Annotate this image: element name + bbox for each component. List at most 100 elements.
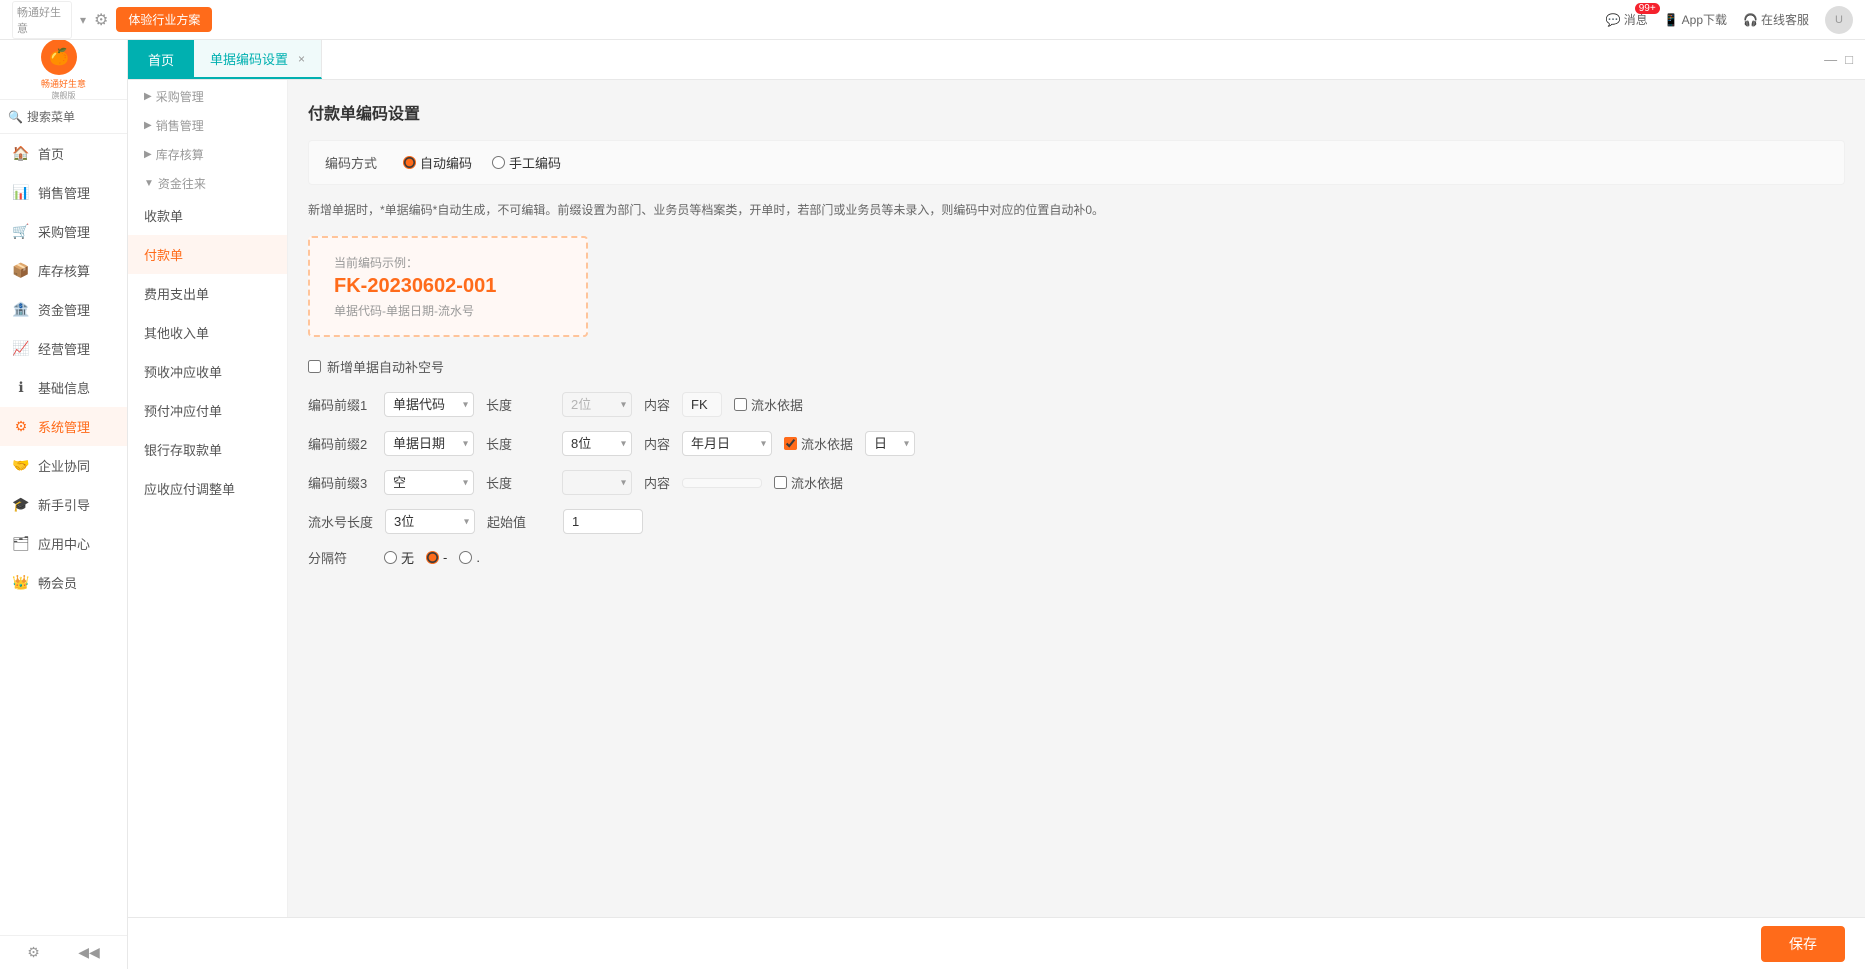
prefix-2-select[interactable]: 单据日期 部门 业务员 空 [384,431,474,456]
sub-item-other-income[interactable]: 其他收入单 [128,313,287,352]
maximize-icon[interactable]: □ [1845,52,1853,67]
sidebar-item-home[interactable]: 🏠 首页 [0,134,127,173]
sep-dash-option[interactable]: - [426,550,447,565]
settings-icon[interactable]: ⚙ [94,10,108,30]
sidebar-bottom: ⚙ ◀◀ [0,935,127,969]
search-menu[interactable]: 🔍 搜索菜单 [0,100,127,134]
download-icon: 📱 [1664,13,1679,27]
group-capital[interactable]: ▼ 资金往来 [128,167,287,196]
auto-fill-row: 新增单据自动补空号 [308,357,1845,376]
length-3-select[interactable] [562,470,632,495]
collapse-icon[interactable]: ◀◀ [78,944,100,961]
app-download[interactable]: 📱 App下载 [1664,11,1727,28]
sidebar-item-member[interactable]: 👑 畅会员 [0,563,127,602]
sidebar-item-finance[interactable]: 🏦 资金管理 [0,290,127,329]
sidebar-item-sales[interactable]: 📊 销售管理 [0,173,127,212]
inventory-icon: 📦 [12,262,30,280]
info-text: 新增单据时，*单据编码*自动生成，不可编辑。前缀设置为部门、业务员等档案类，开单… [308,201,1845,220]
auto-radio-input[interactable] [403,156,416,169]
group-purchase[interactable]: ▶ 采购管理 [128,80,287,109]
start-value-input[interactable] [563,509,643,534]
sub-item-prepay-receivable[interactable]: 预收冲应收单 [128,352,287,391]
length-1-select-wrapper: 2位 [562,392,632,417]
chevron-capital: ▼ [144,178,154,189]
serial-length-select-wrapper: 3位 4位 5位 6位 [385,509,475,534]
sub-item-adjust[interactable]: 应收应付调整单 [128,469,287,508]
sub-item-expense[interactable]: 费用支出单 [128,274,287,313]
tab-bar: 首页 单据编码设置 × — □ [128,40,1865,80]
serial-2-checkbox[interactable] [784,437,797,450]
sub-item-bank[interactable]: 银行存取款单 [128,430,287,469]
group-inventory[interactable]: ▶ 库存核算 [128,138,287,167]
group-sales-label: 销售管理 [156,117,204,134]
serial-unit-select[interactable]: 日 月 年 [865,431,915,456]
sidebar-item-system[interactable]: ⚙ 系统管理 [0,407,127,446]
tab-home[interactable]: 首页 [128,40,194,79]
sep-none-option[interactable]: 无 [384,548,414,567]
serial-length-label: 流水号长度 [308,512,373,531]
sep-none-radio[interactable] [384,551,397,564]
sidebar-item-apps[interactable]: 🗂 应用中心 [0,524,127,563]
length-3-label: 长度 [486,473,550,492]
trial-button[interactable]: 体验行业方案 [116,7,212,32]
dropdown-icon[interactable]: ▾ [80,13,86,27]
serial-3-checkbox[interactable] [774,476,787,489]
message-section[interactable]: 💬 消息 99+ [1606,11,1648,28]
serial-2-checkbox-label[interactable]: 流水依据 [784,434,853,453]
auto-radio-option[interactable]: 自动编码 [403,153,472,172]
nav-label-business: 经营管理 [38,339,90,358]
online-service[interactable]: 🎧 在线客服 [1743,11,1809,28]
length-2-select[interactable]: 6位 8位 [562,431,632,456]
length-2-select-wrapper: 6位 8位 [562,431,632,456]
tab-close-icon[interactable]: × [298,52,305,66]
sub-item-prepay-payable[interactable]: 预付冲应付单 [128,391,287,430]
length-1-select[interactable]: 2位 [562,392,632,417]
sub-item-receipt[interactable]: 收款单 [128,196,287,235]
encoding-radio-group: 编码方式 自动编码 手工编码 [325,153,1828,172]
user-avatar[interactable]: U [1825,6,1853,34]
separator-options: 无 - . [384,548,480,567]
member-icon: 👑 [12,574,30,592]
prefix-2-select-wrapper: 单据日期 部门 业务员 空 [384,431,474,456]
sidebar-item-info[interactable]: ℹ 基础信息 [0,368,127,407]
nav-label-system: 系统管理 [38,417,90,436]
sidebar-item-inventory[interactable]: 📦 库存核算 [0,251,127,290]
nav-label-apps: 应用中心 [38,534,90,553]
serial-1-checkbox[interactable] [734,398,747,411]
settings-bottom-icon[interactable]: ⚙ [27,944,40,961]
separator-row: 分隔符 无 - . [308,548,1845,567]
app-edition: 旗舰版 [41,90,86,101]
prefix-row-2: 编码前缀2 单据日期 部门 业务员 空 长度 6位 8位 [308,431,1845,456]
sidebar-item-purchase[interactable]: 🛒 采购管理 [0,212,127,251]
sep-dot-option[interactable]: . [459,550,480,565]
sub-item-payment[interactable]: 付款单 [128,235,287,274]
prefix-3-select[interactable]: 空 单据代码 部门 业务员 [384,470,474,495]
manual-radio-option[interactable]: 手工编码 [492,153,561,172]
serial-length-select[interactable]: 3位 4位 5位 6位 [385,509,475,534]
serial-3-checkbox-label[interactable]: 流水依据 [774,473,843,492]
tab-encoding-settings[interactable]: 单据编码设置 × [194,40,322,79]
minimize-icon[interactable]: — [1824,52,1837,67]
serial-3-label: 流水依据 [791,473,843,492]
message-badge: 99+ [1635,3,1660,14]
top-bar-right: 💬 消息 99+ 📱 App下载 🎧 在线客服 U [1606,6,1853,34]
sub-item-adjust-label: 应收应付调整单 [144,479,235,498]
app-selector[interactable]: 畅通好生意 [12,1,72,39]
save-button[interactable]: 保存 [1761,926,1845,962]
nav-label-finance: 资金管理 [38,300,90,319]
manual-radio-input[interactable] [492,156,505,169]
sep-dash-radio[interactable] [426,551,439,564]
content-2-select[interactable]: 年月日 年月 年 [682,431,772,456]
sub-item-bank-label: 银行存取款单 [144,440,222,459]
code-example-value: FK-20230602-001 [334,275,562,298]
serial-1-checkbox-label[interactable]: 流水依据 [734,395,803,414]
sidebar-item-guide[interactable]: 🎓 新手引导 [0,485,127,524]
auto-fill-checkbox[interactable] [308,360,321,373]
sidebar-item-business[interactable]: 📈 经营管理 [0,329,127,368]
nav-label-guide: 新手引导 [38,495,90,514]
sep-dot-radio[interactable] [459,551,472,564]
prefix-1-select-wrapper: 单据代码 部门 业务员 空 [384,392,474,417]
group-sales[interactable]: ▶ 销售管理 [128,109,287,138]
prefix-1-select[interactable]: 单据代码 部门 业务员 空 [384,392,474,417]
sidebar-item-collab[interactable]: 🤝 企业协同 [0,446,127,485]
